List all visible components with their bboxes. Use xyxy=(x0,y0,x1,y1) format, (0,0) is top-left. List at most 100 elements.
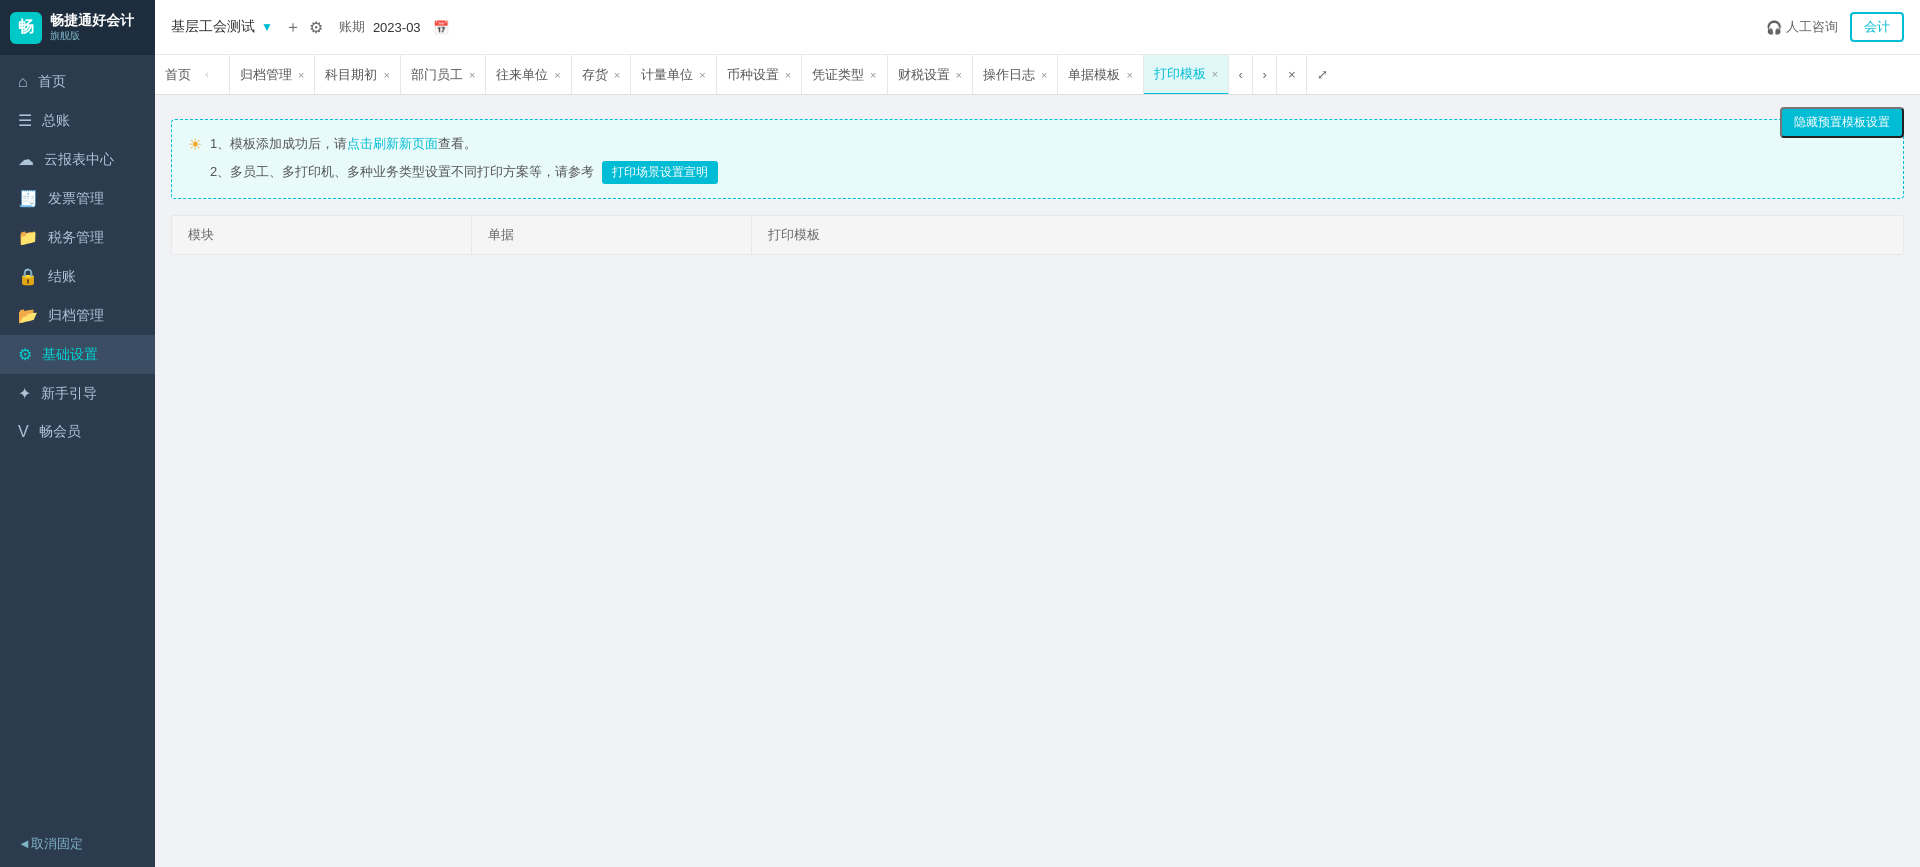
settings-gear-icon[interactable]: ⚙ xyxy=(309,18,323,37)
account-button[interactable]: 会计 xyxy=(1850,12,1904,42)
notice-box: ☀ 1、模板添加成功后，请点击刷新新页面查看。 ☀ 2、多员工、多打印机、多种业… xyxy=(171,119,1904,199)
sidebar-label-ledger: 总账 xyxy=(42,112,70,130)
tab-inventory-close[interactable]: × xyxy=(614,69,620,81)
tab-voucher[interactable]: 凭证类型 × xyxy=(802,55,887,95)
sidebar-item-close[interactable]: 🔒 结账 xyxy=(0,257,155,296)
member-icon: V xyxy=(18,423,29,441)
th-template: 打印模板 xyxy=(752,216,1903,254)
sidebar-label-reports: 云报表中心 xyxy=(44,151,114,169)
tab-oplog-label: 操作日志 xyxy=(983,66,1035,84)
tab-unit[interactable]: 计量单位 × xyxy=(631,55,716,95)
tab-taxsettings-close[interactable]: × xyxy=(956,69,962,81)
logo-title: 畅捷通好会计 xyxy=(50,12,134,29)
sidebar-item-invoice[interactable]: 🧾 发票管理 xyxy=(0,179,155,218)
sidebar-item-member[interactable]: V 畅会员 xyxy=(0,413,155,451)
hide-template-label: 隐藏预置模板设置 xyxy=(1794,115,1890,129)
sidebar-item-settings[interactable]: ⚙ 基础设置 xyxy=(0,335,155,374)
notice-text-1: 1、模板添加成功后，请点击刷新新页面查看。 xyxy=(210,134,477,155)
guide-icon: ✦ xyxy=(18,384,31,403)
headset-icon: 🎧 xyxy=(1766,20,1782,35)
tab-archive-close[interactable]: × xyxy=(298,69,304,81)
tab-unit-label: 计量单位 xyxy=(641,66,693,84)
table-header: 模块 单据 打印模板 xyxy=(171,215,1904,255)
tab-subject-close[interactable]: × xyxy=(383,69,389,81)
ledger-icon: ☰ xyxy=(18,111,32,130)
tab-maximize-button[interactable]: ⤢ xyxy=(1307,55,1337,95)
sidebar-label-guide: 新手引导 xyxy=(41,385,97,403)
notice-link-refresh[interactable]: 点击刷新新页面 xyxy=(347,136,438,151)
tab-department[interactable]: 部门员工 × xyxy=(401,55,486,95)
hide-template-button[interactable]: 隐藏预置模板设置 xyxy=(1780,107,1904,138)
topbar-right: 🎧 人工咨询 会计 xyxy=(1766,12,1904,42)
unpin-label: ◄取消固定 xyxy=(18,835,83,853)
sidebar-label-invoice: 发票管理 xyxy=(48,190,104,208)
bulb-icon: ☀ xyxy=(188,135,202,154)
notice-pre-1: 1、模板添加成功后，请 xyxy=(210,136,347,151)
tab-print-close[interactable]: × xyxy=(1212,68,1218,80)
tab-subject[interactable]: 科目期初 × xyxy=(315,55,400,95)
tab-prev-button[interactable]: ‹ xyxy=(1229,55,1253,95)
tab-taxsettings-label: 财税设置 xyxy=(898,66,950,84)
tab-voucher-label: 凭证类型 xyxy=(812,66,864,84)
tab-inventory[interactable]: 存货 × xyxy=(572,55,631,95)
th-module: 模块 xyxy=(172,216,472,254)
sidebar-item-reports[interactable]: ☁ 云报表中心 xyxy=(0,140,155,179)
calendar-icon[interactable]: 📅 xyxy=(433,20,449,35)
notice-row-1: ☀ 1、模板添加成功后，请点击刷新新页面查看。 xyxy=(188,134,1887,155)
help-button[interactable]: 🎧 人工咨询 xyxy=(1766,18,1838,36)
tab-home[interactable]: 首页 ‹ xyxy=(155,55,230,95)
tab-single-label: 单据模板 xyxy=(1068,66,1120,84)
notice-text-2: 2、多员工、多打印机、多种业务类型设置不同打印方案等，请参考 打印场景设置宣明 xyxy=(210,161,718,184)
tab-home-chevron: ‹ xyxy=(195,55,219,95)
logo-subtitle: 旗舰版 xyxy=(50,29,134,43)
add-icon[interactable]: ＋ xyxy=(285,17,301,38)
tab-partner-close[interactable]: × xyxy=(554,69,560,81)
content-area: 隐藏预置模板设置 ☀ 1、模板添加成功后，请点击刷新新页面查看。 ☀ 2、多员工… xyxy=(155,95,1920,867)
tax-icon: 📁 xyxy=(18,228,38,247)
notice-pre-2: 2、多员工、多打印机、多种业务类型设置不同打印方案等，请参考 xyxy=(210,164,594,179)
print-scene-button[interactable]: 打印场景设置宣明 xyxy=(602,161,718,184)
tab-archive-label: 归档管理 xyxy=(240,66,292,84)
tab-partner[interactable]: 往来单位 × xyxy=(486,55,571,95)
main-area: 基层工会测试 ▼ ＋ ⚙ 账期 2023-03 📅 🎧 人工咨询 会计 首页 ‹… xyxy=(155,0,1920,867)
tab-single-close[interactable]: × xyxy=(1126,69,1132,81)
tab-currency[interactable]: 币种设置 × xyxy=(717,55,802,95)
sidebar-item-home[interactable]: ⌂ 首页 xyxy=(0,63,155,101)
settings-icon: ⚙ xyxy=(18,345,32,364)
tab-partner-label: 往来单位 xyxy=(496,66,548,84)
tab-currency-close[interactable]: × xyxy=(785,69,791,81)
sidebar-label-archive: 归档管理 xyxy=(48,307,104,325)
tab-single[interactable]: 单据模板 × xyxy=(1058,55,1143,95)
tab-oplog-close[interactable]: × xyxy=(1041,69,1047,81)
reports-icon: ☁ xyxy=(18,150,34,169)
tab-next-button[interactable]: › xyxy=(1253,55,1277,95)
tab-oplog[interactable]: 操作日志 × xyxy=(973,55,1058,95)
tab-bar: 首页 ‹ 归档管理 × 科目期初 × 部门员工 × 往来单位 × 存货 × 计量… xyxy=(155,55,1920,95)
tab-taxsettings[interactable]: 财税设置 × xyxy=(888,55,973,95)
home-icon: ⌂ xyxy=(18,73,28,91)
sidebar: 畅 畅捷通好会计 旗舰版 ⌂ 首页 ☰ 总账 ☁ 云报表中心 🧾 发票管理 📁 … xyxy=(0,0,155,867)
tab-unit-close[interactable]: × xyxy=(699,69,705,81)
tab-close-all-button[interactable]: × xyxy=(1277,55,1307,95)
sidebar-label-home: 首页 xyxy=(38,73,66,91)
tab-archive[interactable]: 归档管理 × xyxy=(230,55,315,95)
sidebar-item-tax[interactable]: 📁 税务管理 xyxy=(0,218,155,257)
app-logo: 畅 畅捷通好会计 旗舰版 xyxy=(0,0,155,55)
unpin-button[interactable]: ◄取消固定 xyxy=(0,821,155,867)
period-label: 账期 xyxy=(339,18,365,36)
notice-row-2: ☀ 2、多员工、多打印机、多种业务类型设置不同打印方案等，请参考 打印场景设置宣… xyxy=(188,161,1887,184)
top-bar: 基层工会测试 ▼ ＋ ⚙ 账期 2023-03 📅 🎧 人工咨询 会计 xyxy=(155,0,1920,55)
tab-department-close[interactable]: × xyxy=(469,69,475,81)
sidebar-label-settings: 基础设置 xyxy=(42,346,98,364)
account-label: 会计 xyxy=(1864,19,1890,34)
company-selector[interactable]: 基层工会测试 ▼ xyxy=(171,18,273,36)
tab-print[interactable]: 打印模板 × xyxy=(1144,55,1229,95)
period-value: 2023-03 xyxy=(373,20,421,35)
tab-voucher-close[interactable]: × xyxy=(870,69,876,81)
tab-home-label: 首页 xyxy=(165,66,191,84)
logo-icon: 畅 xyxy=(10,12,42,44)
sidebar-item-guide[interactable]: ✦ 新手引导 xyxy=(0,374,155,413)
sidebar-nav: ⌂ 首页 ☰ 总账 ☁ 云报表中心 🧾 发票管理 📁 税务管理 🔒 结账 📂 归… xyxy=(0,55,155,821)
sidebar-item-archive[interactable]: 📂 归档管理 xyxy=(0,296,155,335)
sidebar-item-ledger[interactable]: ☰ 总账 xyxy=(0,101,155,140)
